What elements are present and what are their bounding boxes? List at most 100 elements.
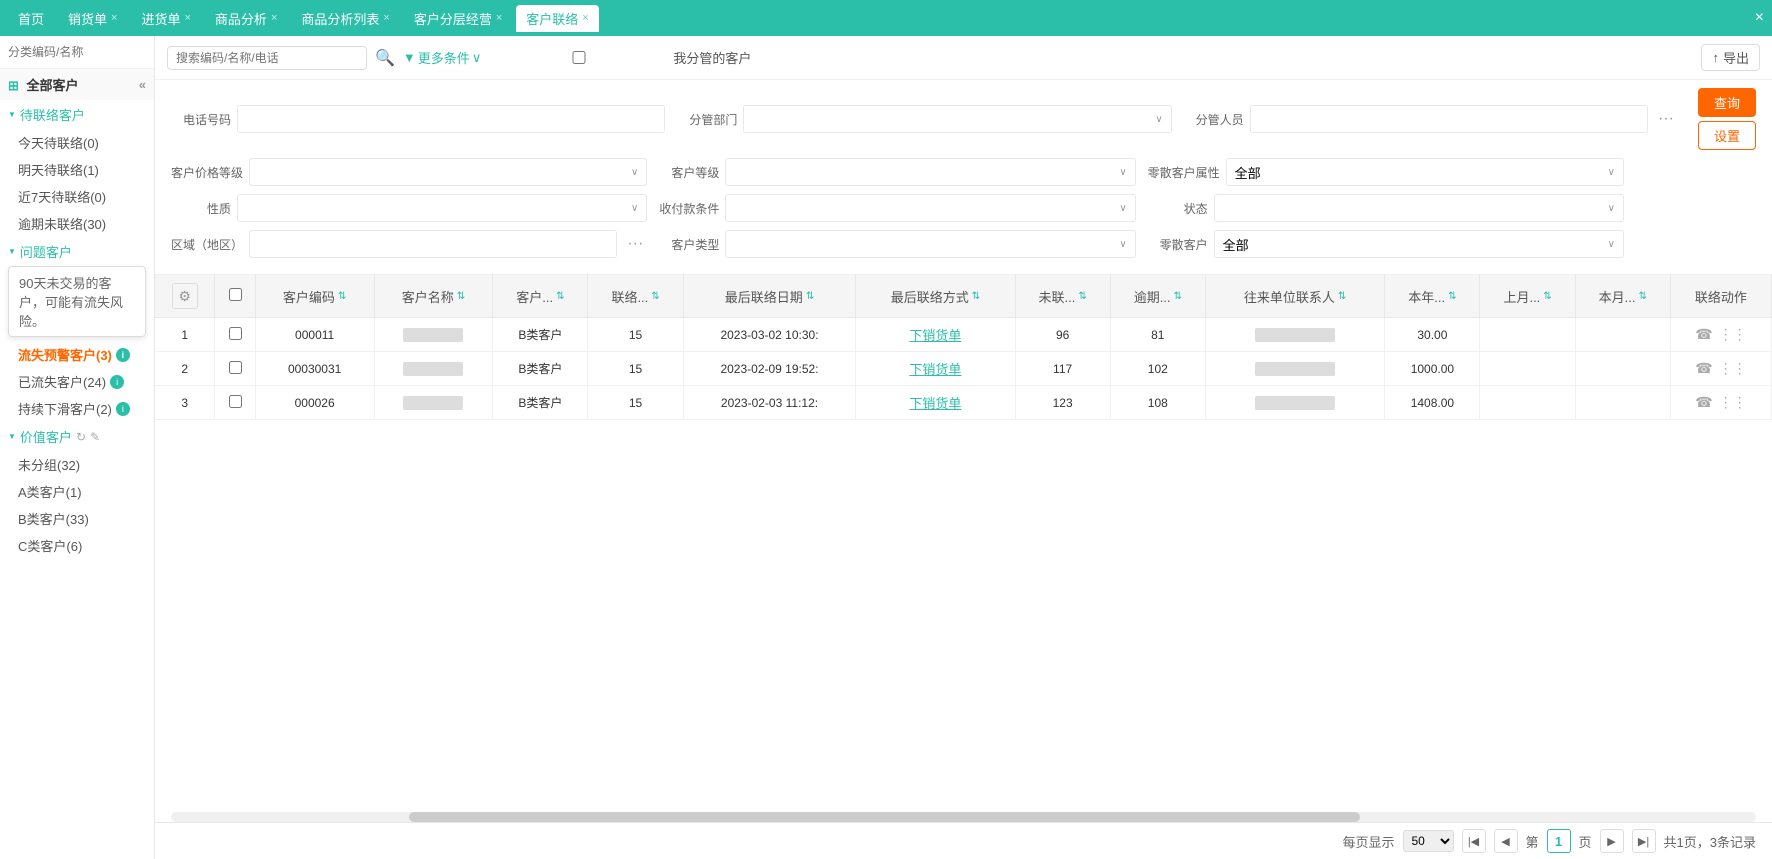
next-page-btn[interactable]: ▶ <box>1600 829 1624 853</box>
row3-contact-icon[interactable]: ☎ <box>1695 394 1712 411</box>
first-page-btn[interactable]: |◀ <box>1462 829 1486 853</box>
row2-checkbox-cell[interactable] <box>215 352 255 386</box>
th-contact-count[interactable]: 联络... ⇅ <box>588 275 683 318</box>
sidebar-search-input[interactable] <box>8 45 155 59</box>
sidebar-group-pending[interactable]: ▼ 待联络客户 <box>0 100 154 129</box>
th-unlink-days[interactable]: 未联... ⇅ <box>1015 275 1110 318</box>
row1-checkbox[interactable] <box>229 327 242 340</box>
close-tab-customer-contact[interactable]: × <box>582 12 588 24</box>
query-button[interactable]: 查询 <box>1698 88 1756 117</box>
th-customer-type[interactable]: 客户... ⇅ <box>493 275 588 318</box>
th-this-month[interactable]: 本月... ⇅ <box>1575 275 1670 318</box>
filter-manager-input[interactable] <box>1250 105 1648 133</box>
close-tab-purchase[interactable]: × <box>184 12 190 24</box>
filter-price-tier-select[interactable]: ∨ <box>249 158 647 186</box>
row2-checkbox[interactable] <box>229 361 242 374</box>
gear-icon[interactable]: ⚙ <box>172 283 198 309</box>
row3-checkbox[interactable] <box>229 395 242 408</box>
sidebar-item-churned[interactable]: 已流失客户(24) i <box>0 368 154 395</box>
edit-icon[interactable]: ✎ <box>90 430 100 444</box>
per-page-select[interactable]: 50 20 100 <box>1403 830 1454 852</box>
search-button[interactable]: 🔍 <box>375 48 395 68</box>
th-gear[interactable]: ⚙ <box>155 275 215 318</box>
tab-customer-tier[interactable]: 客户分层经营 × <box>404 5 512 32</box>
filter-dept-select[interactable]: ∨ <box>743 105 1171 133</box>
row2-contact-icon[interactable]: ☎ <box>1695 360 1712 377</box>
filter-sparse-attr-select[interactable]: 全部 ∨ <box>1226 158 1624 186</box>
row2-last-method[interactable]: 下销货单 <box>856 352 1015 386</box>
sidebar-item-ungrouped[interactable]: 未分组(32) <box>0 451 154 478</box>
last-page-btn[interactable]: ▶| <box>1632 829 1656 853</box>
th-last-contact-date[interactable]: 最后联络日期 ⇅ <box>683 275 856 318</box>
close-tab-product-analysis[interactable]: × <box>271 12 277 24</box>
tab-product-analysis[interactable]: 商品分析 × <box>205 5 287 32</box>
scrollbar-thumb[interactable] <box>409 812 1360 822</box>
tab-home[interactable]: 首页 <box>8 5 54 32</box>
row2-method-link[interactable]: 下销货单 <box>909 362 961 377</box>
row3-checkbox-cell[interactable] <box>215 386 255 420</box>
sidebar-item-7days[interactable]: 近7天待联络(0) <box>0 183 154 210</box>
filter-status-select[interactable]: ∨ <box>1214 194 1624 222</box>
th-last-contact-method[interactable]: 最后联络方式 ⇅ <box>856 275 1015 318</box>
row3-more-icon[interactable]: ⋮⋮ <box>1719 394 1747 411</box>
sidebar-item-today[interactable]: 今天待联络(0) <box>0 129 154 156</box>
row1-method-link[interactable]: 下销货单 <box>909 328 961 343</box>
more-conditions-btn[interactable]: ▼ 更多条件 ∨ <box>403 48 481 67</box>
filter-customer-tier-select[interactable]: ∨ <box>725 158 1135 186</box>
sidebar-item-tomorrow[interactable]: 明天待联络(1) <box>0 156 154 183</box>
settings-button[interactable]: 设置 <box>1698 121 1756 150</box>
sidebar-collapse-btn[interactable]: « <box>139 77 146 92</box>
row1-last-method[interactable]: 下销货单 <box>856 318 1015 352</box>
refresh-icon[interactable]: ↻ <box>76 430 86 444</box>
region-dots-btn[interactable]: ··· <box>623 235 647 253</box>
row1-contact-icon[interactable]: ☎ <box>1695 326 1712 343</box>
sidebar-item-class-a[interactable]: A类客户(1) <box>0 478 154 505</box>
filter-price-tier: 客户价格等级 ∨ <box>171 158 647 186</box>
th-overdue-days[interactable]: 逾期... ⇅ <box>1110 275 1205 318</box>
th-contact-person[interactable]: 往来单位联系人 ⇅ <box>1205 275 1384 318</box>
tab-product-analysis-list[interactable]: 商品分析列表 × <box>291 5 399 32</box>
th-last-month[interactable]: 上月... ⇅ <box>1480 275 1575 318</box>
tab-customer-contact[interactable]: 客户联络 × <box>516 5 598 32</box>
close-all-button[interactable]: × <box>1755 9 1764 27</box>
dept-chevron: ∨ <box>1155 114 1162 125</box>
sidebar-item-class-c[interactable]: C类客户(6) <box>0 532 154 559</box>
close-tab-customer-tier[interactable]: × <box>496 12 502 24</box>
my-customers-check[interactable] <box>489 51 669 64</box>
search-input[interactable] <box>167 46 367 70</box>
filter-region-input[interactable] <box>249 230 617 258</box>
row3-last-method[interactable]: 下销货单 <box>856 386 1015 420</box>
th-code[interactable]: 客户编码 ⇅ <box>255 275 374 318</box>
th-checkbox[interactable] <box>215 275 255 318</box>
filter-phone-input[interactable] <box>237 105 665 133</box>
th-name[interactable]: 客户名称 ⇅ <box>374 275 493 318</box>
tab-sales[interactable]: 销货单 × <box>58 5 127 32</box>
row3-person-blurred <box>1255 396 1335 410</box>
sidebar-group-problem[interactable]: ▼ 问题客户 <box>0 237 154 266</box>
horizontal-scrollbar[interactable] <box>171 812 1756 822</box>
filter-customer-type-select[interactable]: ∨ <box>725 230 1135 258</box>
tab-purchase[interactable]: 进货单 × <box>131 5 200 32</box>
prev-page-btn[interactable]: ◀ <box>1494 829 1518 853</box>
sidebar-item-overdue[interactable]: 逾期未联络(30) <box>0 210 154 237</box>
filter-payment-select[interactable]: ∨ <box>725 194 1135 222</box>
export-button[interactable]: ↑ 导出 <box>1701 44 1760 71</box>
filter-nature-select[interactable]: ∨ <box>237 194 647 222</box>
my-customers-checkbox[interactable]: 我分管的客户 <box>489 48 751 67</box>
sidebar-root-header[interactable]: ⊞ 全部客户 « <box>0 69 154 100</box>
row2-this-month <box>1575 352 1670 386</box>
filter-sparse-customer-select[interactable]: 全部 ∨ <box>1214 230 1624 258</box>
select-all-checkbox[interactable] <box>229 288 242 301</box>
row3-method-link[interactable]: 下销货单 <box>909 396 961 411</box>
manager-dots-btn[interactable]: ··· <box>1654 110 1678 128</box>
sidebar-item-class-b[interactable]: B类客户(33) <box>0 505 154 532</box>
sidebar-group-value[interactable]: ▼ 价值客户 ↻ ✎ <box>0 422 154 451</box>
sidebar-item-churn-warning[interactable]: 流失预警客户(3) i <box>0 341 154 368</box>
th-this-year[interactable]: 本年... ⇅ <box>1385 275 1480 318</box>
row2-more-icon[interactable]: ⋮⋮ <box>1719 360 1747 377</box>
close-tab-product-analysis-list[interactable]: × <box>383 12 389 24</box>
close-tab-sales[interactable]: × <box>111 12 117 24</box>
row1-more-icon[interactable]: ⋮⋮ <box>1719 326 1747 343</box>
sidebar-item-declining[interactable]: 持续下滑客户(2) i <box>0 395 154 422</box>
row1-checkbox-cell[interactable] <box>215 318 255 352</box>
